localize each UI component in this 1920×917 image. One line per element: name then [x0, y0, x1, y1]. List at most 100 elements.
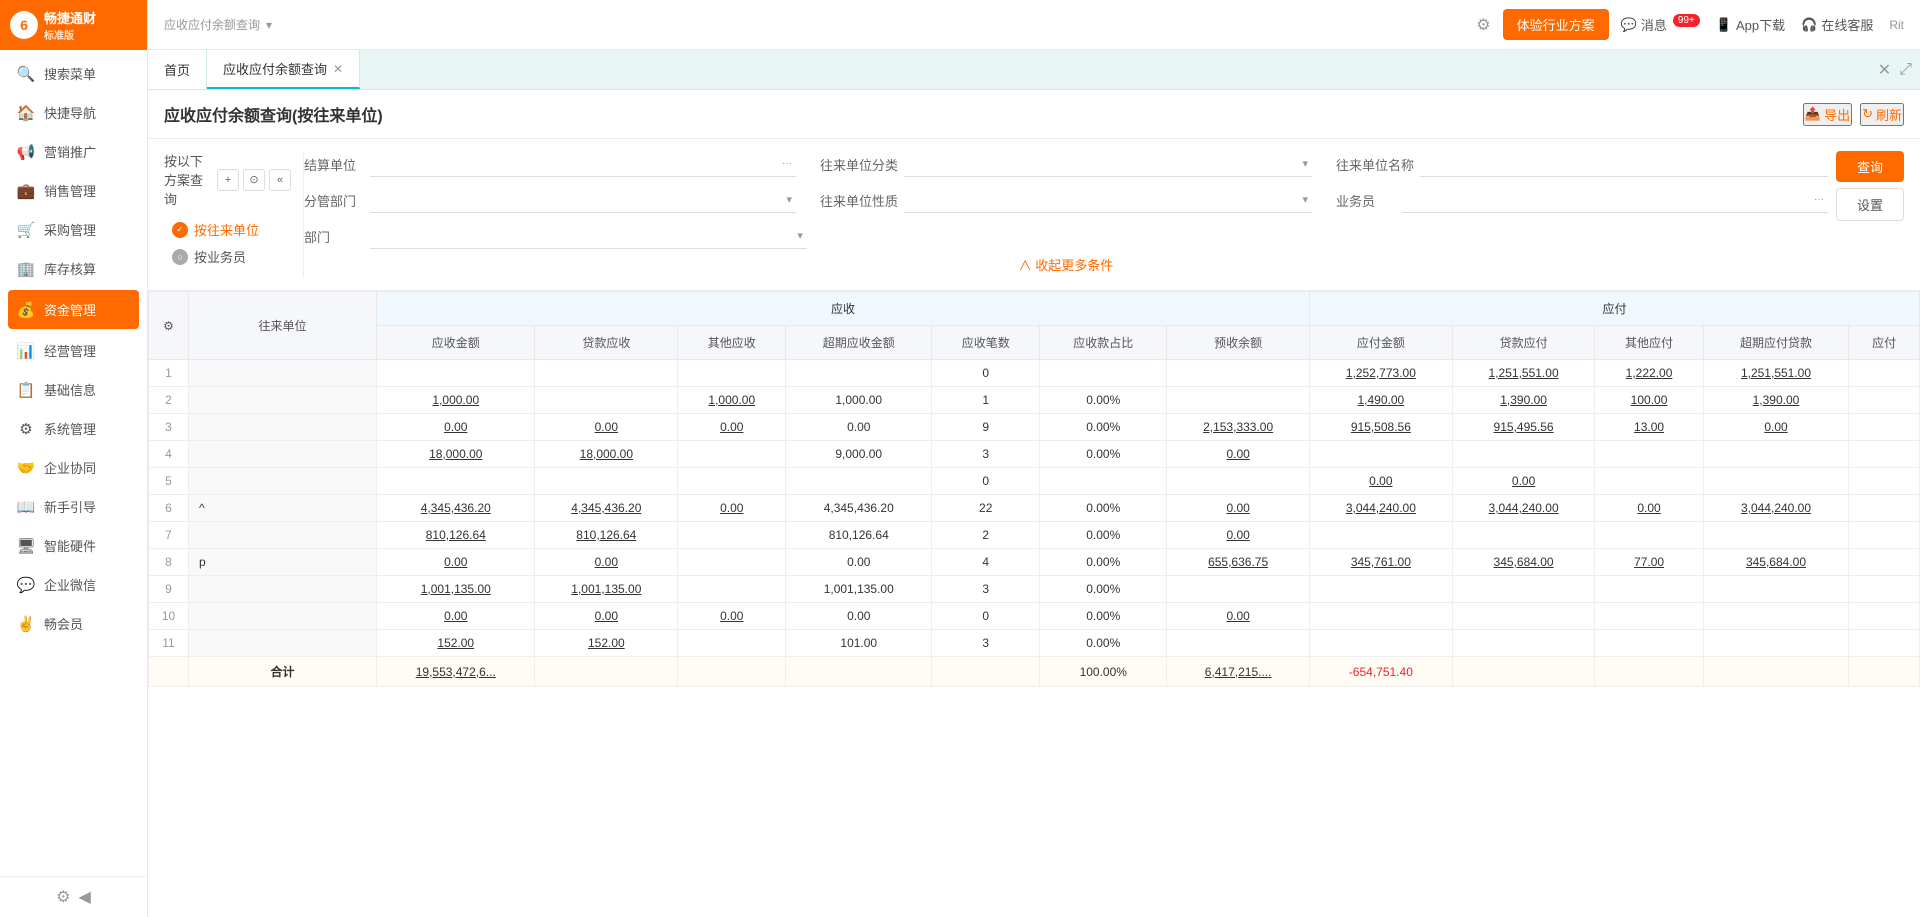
cell-val[interactable]: 1,222.00 — [1595, 360, 1703, 387]
total-ar-amount[interactable]: 19,553,472,6... — [377, 657, 535, 687]
cell-val[interactable]: 0.00 — [535, 549, 678, 576]
cell-val[interactable]: 4,345,436.20 — [535, 495, 678, 522]
cell-val[interactable]: 0.00 — [678, 603, 786, 630]
cell-val[interactable]: 0.00 — [377, 549, 535, 576]
cell-val[interactable]: 345,684.00 — [1452, 549, 1595, 576]
cell-val[interactable]: 0.00 — [1309, 468, 1452, 495]
cell-val[interactable]: 0.00 — [535, 414, 678, 441]
cell-val[interactable]: 0.00 — [1167, 495, 1310, 522]
header-settings-icon[interactable]: ⚙ — [1476, 15, 1490, 35]
partner-nature-input[interactable]: ▾ — [904, 187, 1312, 213]
tab-ar-ap[interactable]: 应收应付余额查询 ✕ — [207, 50, 360, 89]
cell-val[interactable]: 1,000.00 — [678, 387, 786, 414]
cell-val[interactable]: 345,761.00 — [1309, 549, 1452, 576]
cell-val[interactable]: 0.00 — [377, 414, 535, 441]
dept-input[interactable]: ▾ — [370, 187, 796, 213]
sidebar-item-enterprise[interactable]: 🤝企业协同 — [0, 448, 147, 487]
th-settings[interactable]: ⚙ — [149, 292, 189, 360]
cell-val[interactable]: 0.00 — [377, 603, 535, 630]
sidebar-item-guide[interactable]: 📖新手引导 — [0, 487, 147, 526]
tab-expand-btn[interactable]: ⤢ — [1899, 61, 1912, 79]
cell-val[interactable]: 0.00 — [535, 603, 678, 630]
settings-button[interactable]: 设置 — [1836, 188, 1904, 221]
settings-footer-icon[interactable]: ⚙ — [56, 887, 70, 907]
department-input[interactable]: ▾ — [370, 223, 807, 249]
collapse-footer-icon[interactable]: ◀ — [79, 887, 91, 907]
cell-val[interactable]: 915,495.56 — [1452, 414, 1595, 441]
cell-val[interactable]: 1,001,135.00 — [377, 576, 535, 603]
promo-button[interactable]: 体验行业方案 — [1503, 9, 1609, 40]
export-button[interactable]: 📤 导出 — [1803, 103, 1852, 126]
cell-val[interactable]: 810,126.64 — [377, 522, 535, 549]
message-group[interactable]: 💬 消息 99+ — [1621, 15, 1700, 34]
cell-val[interactable]: 0.00 — [1167, 441, 1310, 468]
cell-val[interactable]: 2,153,333.00 — [1167, 414, 1310, 441]
cell-val[interactable]: 915,508.56 — [1309, 414, 1452, 441]
sidebar-item-member[interactable]: ✌畅会员 — [0, 604, 147, 643]
scheme-option-partner[interactable]: ✓ 按往来单位 — [164, 216, 291, 243]
cell-val[interactable]: 0.00 — [678, 495, 786, 522]
table-container[interactable]: ⚙ 往来单位 应收 应付 应收金额 贷款应收 其他应收 超期应收金额 应收笔数 … — [148, 291, 1920, 917]
cell-val[interactable]: 0.00 — [1167, 603, 1310, 630]
settlement-input[interactable]: ··· — [370, 151, 796, 177]
cell-val[interactable]: 18,000.00 — [377, 441, 535, 468]
refresh-button[interactable]: ↻ 刷新 — [1860, 103, 1904, 126]
cell-val[interactable]: 0.00 — [1595, 495, 1703, 522]
cell-val[interactable]: 345,684.00 — [1703, 549, 1849, 576]
sidebar-item-purchase[interactable]: 🛒采购管理 — [0, 210, 147, 249]
cell-val[interactable]: 4,345,436.20 — [377, 495, 535, 522]
breadcrumb-arrow[interactable]: ▾ — [266, 18, 272, 32]
cell-val[interactable]: 152.00 — [535, 630, 678, 657]
cell-val[interactable]: 77.00 — [1595, 549, 1703, 576]
sidebar-item-operation[interactable]: 📊经营管理 — [0, 331, 147, 370]
cell-val[interactable]: 3,044,240.00 — [1309, 495, 1452, 522]
cell-val[interactable]: 0.00 — [1703, 414, 1849, 441]
sidebar-item-quick-nav[interactable]: 🏠快捷导航 — [0, 93, 147, 132]
cell-val[interactable]: 1,000.00 — [377, 387, 535, 414]
scheme-settings-btn[interactable]: ⊙ — [243, 169, 265, 191]
cell-val[interactable]: 13.00 — [1595, 414, 1703, 441]
sidebar-item-finance[interactable]: 💰资金管理 — [8, 290, 139, 329]
cell-val[interactable]: 18,000.00 — [535, 441, 678, 468]
cell-val[interactable]: 1,490.00 — [1309, 387, 1452, 414]
app-download-group[interactable]: 📱 App下载 — [1716, 15, 1785, 34]
cell-val[interactable]: 152.00 — [377, 630, 535, 657]
add-scheme-btn[interactable]: + — [217, 169, 239, 191]
cell-val[interactable]: 1,251,551.00 — [1452, 360, 1595, 387]
cell-val[interactable]: 0.00 — [1167, 522, 1310, 549]
sidebar-item-search-menu[interactable]: 🔍搜索菜单 — [0, 54, 147, 93]
cell-val[interactable]: 1,252,773.00 — [1309, 360, 1452, 387]
online-service-group[interactable]: 🎧 在线客服 — [1801, 15, 1873, 34]
tab-close-btn[interactable]: ✕ — [1878, 60, 1891, 80]
salesperson-input[interactable]: ··· — [1402, 187, 1828, 213]
cell-val[interactable]: 1,001,135.00 — [535, 576, 678, 603]
cell-val[interactable]: 0.00 — [678, 414, 786, 441]
user-display[interactable]: Rit — [1889, 18, 1904, 32]
cell-val[interactable]: 0.00 — [1452, 468, 1595, 495]
tab-close-icon[interactable]: ✕ — [333, 62, 343, 76]
cell-val[interactable]: 1,390.00 — [1452, 387, 1595, 414]
cell-val[interactable]: 1,251,551.00 — [1703, 360, 1849, 387]
query-button[interactable]: 查询 — [1836, 151, 1904, 182]
sidebar-item-wechat[interactable]: 💬企业微信 — [0, 565, 147, 604]
cell-val[interactable]: 100.00 — [1595, 387, 1703, 414]
sidebar-item-hardware[interactable]: 🖥智能硬件 — [0, 526, 147, 565]
sidebar-item-basic[interactable]: 📋基础信息 — [0, 370, 147, 409]
collapse-more-btn[interactable]: ∧ 收起更多条件 — [304, 255, 1828, 274]
sidebar-item-system[interactable]: ⚙系统管理 — [0, 409, 147, 448]
partner-type-input[interactable]: ▾ — [904, 151, 1312, 177]
cell-val[interactable]: 3,044,240.00 — [1703, 495, 1849, 522]
scheme-option-staff[interactable]: ○ 按业务员 — [164, 243, 291, 270]
cell-val[interactable]: 1,390.00 — [1703, 387, 1849, 414]
partner-name-input[interactable] — [1420, 151, 1828, 177]
sidebar-item-marketing[interactable]: 📢营销推广 — [0, 132, 147, 171]
sidebar-item-warehouse[interactable]: 🏢库存核算 — [0, 249, 147, 288]
cell-val[interactable]: 810,126.64 — [535, 522, 678, 549]
table-row: 3 0.00 0.00 0.00 0.00 9 0.00% 2,153,333.… — [149, 414, 1920, 441]
total-ar-prepay[interactable]: 6,417,215.... — [1167, 657, 1310, 687]
sidebar-item-sales[interactable]: 💼销售管理 — [0, 171, 147, 210]
cell-val[interactable]: 655,636.75 — [1167, 549, 1310, 576]
scheme-collapse-btn[interactable]: « — [269, 169, 291, 191]
tab-home[interactable]: 首页 — [148, 50, 207, 89]
cell-val[interactable]: 3,044,240.00 — [1452, 495, 1595, 522]
